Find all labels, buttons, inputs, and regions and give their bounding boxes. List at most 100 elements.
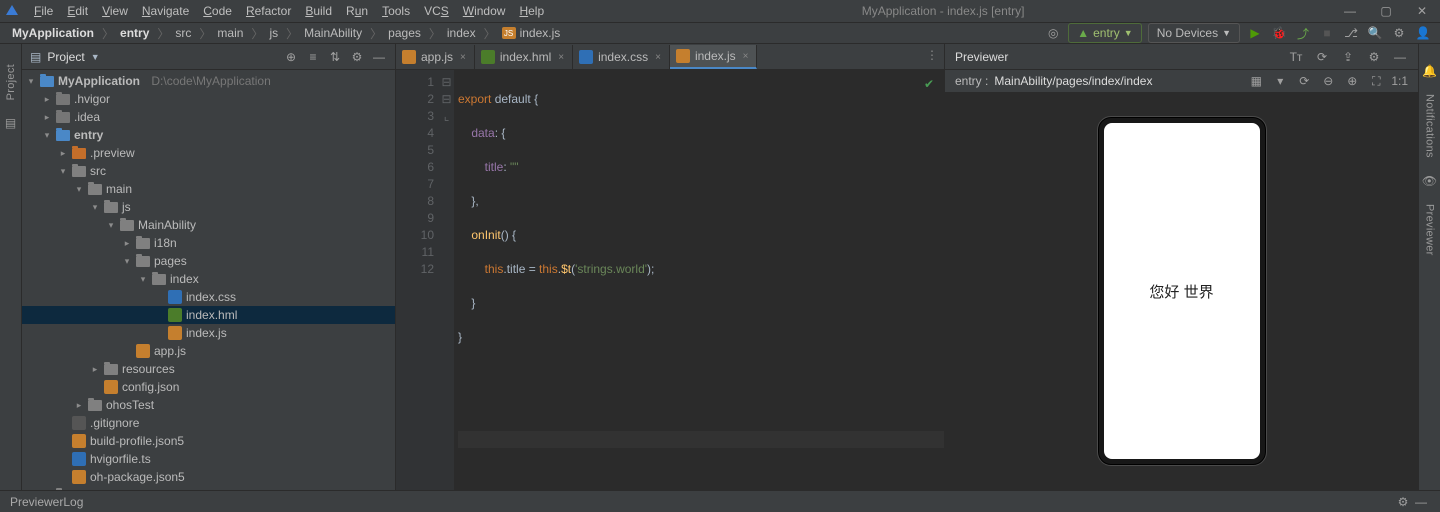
folder-icon <box>136 256 150 267</box>
zoom-out-icon[interactable]: ⊖ <box>1319 74 1337 88</box>
pin-icon[interactable]: ⇪ <box>1340 50 1356 64</box>
menu-run[interactable]: Run <box>340 2 374 20</box>
crumb-main[interactable]: main <box>213 26 247 40</box>
menu-edit[interactable]: Edit <box>61 2 94 20</box>
preview-path-label: entry : <box>955 74 988 88</box>
tab-index-hml[interactable]: index.hml× <box>475 45 573 69</box>
project-view-icon: ▤ <box>30 50 41 64</box>
js-file-icon <box>168 326 182 340</box>
crumb-mainability[interactable]: MainAbility <box>300 26 366 40</box>
refresh-icon[interactable]: ⟳ <box>1314 50 1330 64</box>
right-rail-previewer[interactable]: Previewer <box>1424 204 1436 256</box>
module-folder-icon <box>56 130 70 141</box>
git-icon[interactable]: ⎇ <box>1342 24 1360 42</box>
notifications-icon[interactable]: 🔔 <box>1422 64 1437 78</box>
tab-overflow-icon[interactable]: ⋮ <box>926 48 938 62</box>
close-tab-icon[interactable]: × <box>743 51 749 62</box>
close-tab-icon[interactable]: × <box>558 52 564 63</box>
menu-help[interactable]: Help <box>513 2 550 20</box>
tab-index-css[interactable]: index.css× <box>573 45 670 69</box>
stop-icon[interactable]: ■ <box>1318 24 1336 42</box>
code-editor[interactable]: ✔ 123456789101112 ⊟⊟⌞ export default { d… <box>396 70 944 490</box>
close-tab-icon[interactable]: × <box>655 52 661 63</box>
folder-icon <box>152 274 166 285</box>
expand-all-icon[interactable]: ≡ <box>305 49 321 65</box>
menu-vcs[interactable]: VCS <box>418 2 455 20</box>
preview-hello-text: 您好 世界 <box>1149 281 1213 302</box>
folder-icon <box>104 202 118 213</box>
settings-icon[interactable]: ⚙ <box>1366 50 1382 64</box>
run-config-select[interactable]: ▲ entry ▼ <box>1068 23 1142 43</box>
json5-file-icon <box>72 470 86 484</box>
crumb-js[interactable]: js <box>265 26 282 40</box>
status-hide-icon[interactable]: — <box>1412 495 1430 509</box>
ide-logo-icon <box>4 3 20 19</box>
rotate-icon[interactable]: ⟳ <box>1295 74 1313 88</box>
js-file-icon <box>402 50 416 64</box>
chevron-down-icon: ▼ <box>1222 28 1231 38</box>
analysis-ok-icon[interactable]: ✔ <box>924 76 934 93</box>
settings-icon[interactable]: ⚙ <box>1390 24 1408 42</box>
select-open-file-icon[interactable]: ⊕ <box>283 49 299 65</box>
folder-icon <box>136 238 150 249</box>
chevron-down-icon[interactable]: ▾ <box>1271 74 1289 88</box>
line-gutter: 123456789101112 <box>396 70 440 490</box>
menu-build[interactable]: Build <box>299 2 338 20</box>
left-rail-project[interactable]: Project <box>5 64 17 100</box>
device-screen[interactable]: 您好 世界 <box>1104 123 1260 459</box>
editor-tabs: app.js× index.hml× index.css× index.js× … <box>396 44 944 70</box>
maximize-icon[interactable]: ▢ <box>1372 4 1400 18</box>
zoom-ratio[interactable]: 1:1 <box>1391 74 1408 88</box>
project-folder-icon <box>40 76 54 87</box>
menu-view[interactable]: View <box>96 2 134 20</box>
crumb-index[interactable]: index <box>443 26 480 40</box>
project-tree[interactable]: ▾MyApplication D:\code\MyApplication ▸.h… <box>22 70 395 490</box>
minimize-icon[interactable]: — <box>1336 4 1364 18</box>
run-icon[interactable]: ▶ <box>1246 24 1264 42</box>
menu-window[interactable]: Window <box>457 2 512 20</box>
tab-app-js[interactable]: app.js× <box>396 45 475 69</box>
close-tab-icon[interactable]: × <box>460 52 466 63</box>
fold-gutter[interactable]: ⊟⊟⌞ <box>440 70 454 490</box>
crumb-root[interactable]: MyApplication <box>8 26 98 40</box>
tab-index-js[interactable]: index.js× <box>670 45 758 69</box>
folder-icon <box>56 94 70 105</box>
account-icon[interactable]: 👤 <box>1414 24 1432 42</box>
menu-file[interactable]: File <box>28 2 59 20</box>
search-icon[interactable]: 🔍 <box>1366 24 1384 42</box>
zoom-in-icon[interactable]: ⊕ <box>1343 74 1361 88</box>
previewer-log-tab[interactable]: PreviewerLog <box>10 495 83 509</box>
device-select[interactable]: No Devices ▼ <box>1148 23 1240 43</box>
crumb-src[interactable]: src <box>171 26 195 40</box>
grid-icon[interactable]: ▦ <box>1247 74 1265 88</box>
font-icon[interactable]: Tт <box>1288 50 1304 64</box>
menu-refactor[interactable]: Refactor <box>240 2 297 20</box>
target-icon[interactable]: ◎ <box>1044 24 1062 42</box>
menu-navigate[interactable]: Navigate <box>136 2 195 20</box>
collapse-all-icon[interactable]: ⇅ <box>327 49 343 65</box>
code-content[interactable]: export default { data: { title: "" }, on… <box>454 70 944 490</box>
settings-icon[interactable]: ⚙ <box>349 49 365 65</box>
close-icon[interactable]: ✕ <box>1408 4 1436 18</box>
main-menu: File Edit View Navigate Code Refactor Bu… <box>28 2 550 20</box>
chevron-down-icon[interactable]: ▼ <box>91 52 100 62</box>
debug-icon[interactable]: 🐞 <box>1270 24 1288 42</box>
device-frame: 您好 世界 <box>1097 116 1267 466</box>
project-view-label[interactable]: Project <box>47 50 84 64</box>
crumb-file[interactable]: JSindex.js <box>498 26 565 40</box>
crumb-pages[interactable]: pages <box>384 26 425 40</box>
menu-tools[interactable]: Tools <box>376 2 416 20</box>
js-file-icon <box>676 49 690 63</box>
hide-panel-icon[interactable]: — <box>1392 50 1408 64</box>
menu-code[interactable]: Code <box>197 2 238 20</box>
right-rail-notifications[interactable]: Notifications <box>1424 94 1436 158</box>
hml-file-icon <box>168 308 182 322</box>
crumb-entry[interactable]: entry <box>116 26 153 40</box>
fit-icon[interactable]: ⛶ <box>1367 74 1385 89</box>
status-settings-icon[interactable]: ⚙ <box>1394 495 1412 509</box>
previewer-rail-icon[interactable]: 👁 <box>1422 174 1437 188</box>
module-icon: ▲ <box>1077 26 1089 40</box>
hide-panel-icon[interactable]: — <box>371 49 387 65</box>
profile-icon[interactable]: ⤴ <box>1294 24 1312 42</box>
structure-icon[interactable]: ▤ <box>5 116 16 130</box>
